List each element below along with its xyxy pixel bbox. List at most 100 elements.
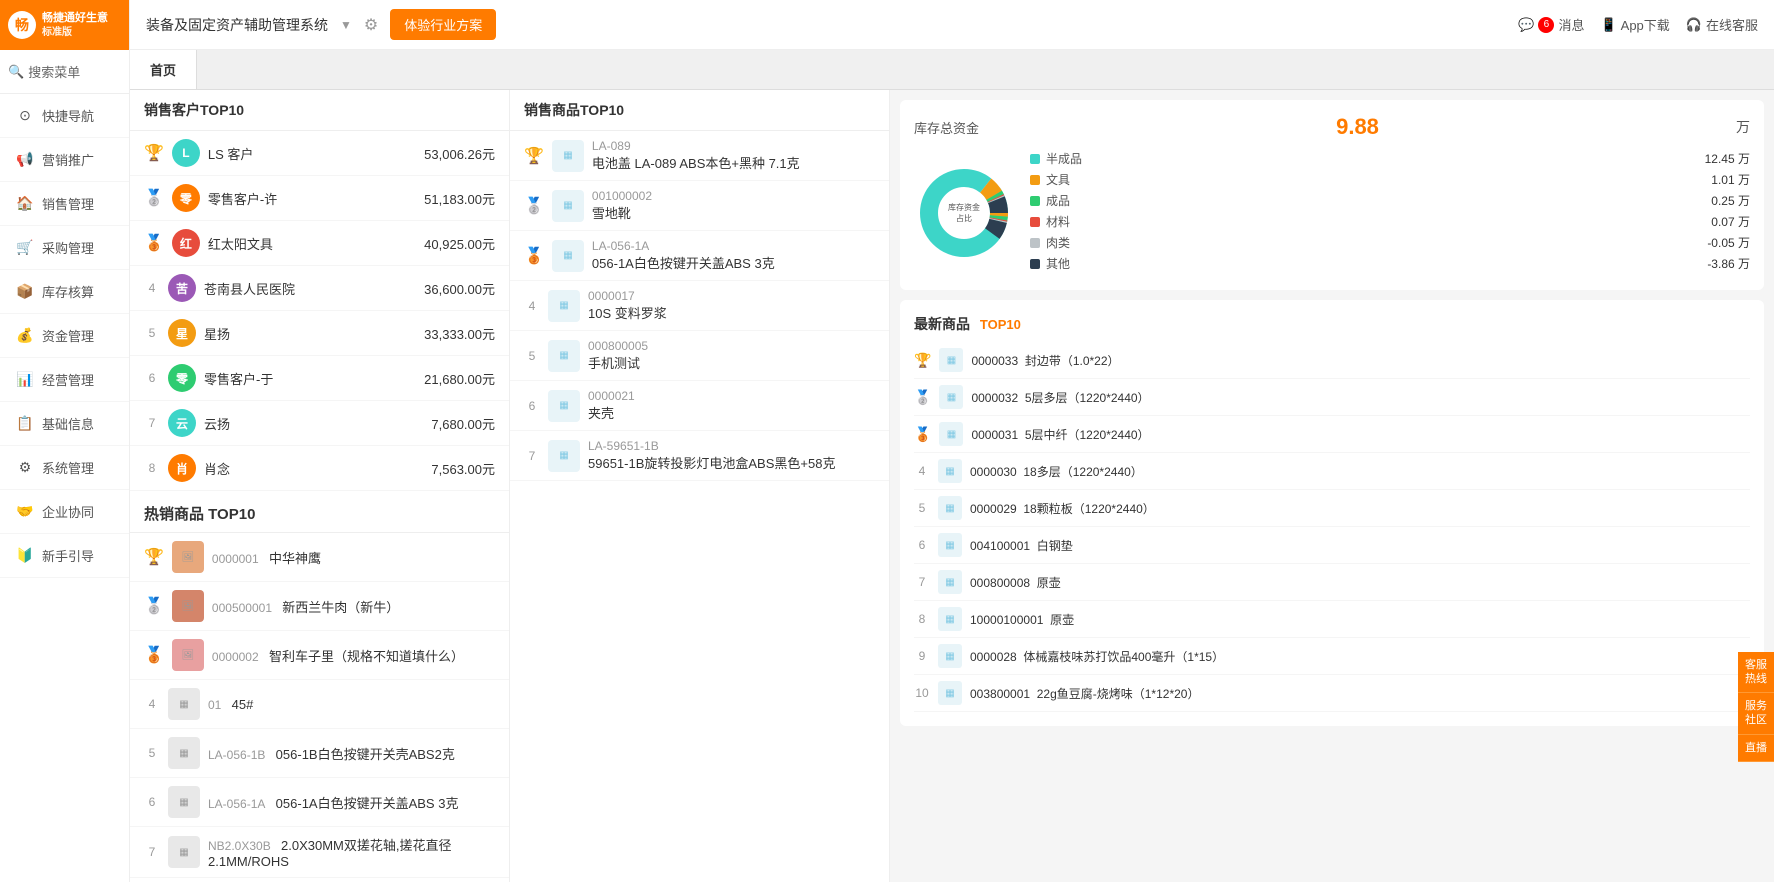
hot-product-name: 新西兰牛肉（新牛） — [282, 600, 399, 615]
sidebar-item-enterprise[interactable]: 🤝 企业协同 — [0, 490, 129, 534]
online-service-button[interactable]: 🎧 在线客服 — [1686, 15, 1758, 34]
customer-value: 33,333.00元 — [424, 324, 495, 343]
sidebar-logo: 畅 畅捷通好生意 标准版 — [0, 0, 129, 50]
nav-label-guide: 新手引导 — [42, 546, 94, 565]
hot-product-info: 0000002 智利车子里（规格不知道填什么） — [212, 646, 495, 665]
new-product-thumb: ▦ — [938, 644, 962, 668]
customer-list-item: 🏆 L LS 客户 53,006.26元 — [130, 131, 509, 176]
rank-icon: 🥉 — [144, 645, 164, 665]
hot-product-item: 6 ▦ LA-056-1A 056-1A白色按键开关盖ABS 3克 — [130, 778, 509, 827]
hot-product-thumb: ▦ — [168, 786, 200, 818]
system-title: 装备及固定资产辅助管理系统 — [146, 15, 328, 35]
legend-item: 材料 0.07 万 — [1030, 213, 1750, 230]
new-product-text: 0000032 5层多层（1220*2440） — [971, 389, 1750, 406]
thumb-icon: ▦ — [563, 200, 572, 211]
app-download-button[interactable]: 📱 App下载 — [1600, 15, 1669, 34]
nav-label-enterprise: 企业协同 — [42, 502, 94, 521]
product-code: LA-089 — [592, 139, 875, 153]
nav-icon-finance: 💰 — [16, 327, 34, 344]
rank-num: 6 — [524, 399, 540, 413]
search-menu-button[interactable]: 🔍 搜索菜单 — [8, 58, 121, 85]
hot-product-info: 0000001 中华神鹰 — [212, 548, 495, 567]
nav-label-finance: 资金管理 — [42, 326, 94, 345]
rank-icon: 🥈 — [144, 596, 164, 616]
new-product-item: 9 ▦ 0000028 体械嘉枝味苏打饮品400毫升（1*15） — [914, 638, 1750, 675]
search-icon: 🔍 — [8, 64, 24, 80]
inventory-panel: 库存总资金 9.88 万 — [900, 100, 1764, 290]
nav-label-basic-info: 基础信息 — [42, 414, 94, 433]
hot-product-item: 🥈 🖼 000500001 新西兰牛肉（新牛） — [130, 582, 509, 631]
headset-icon: 🎧 — [1686, 17, 1702, 33]
hot-product-item: 4 ▦ 01 45# — [130, 680, 509, 729]
hot-product-item: 5 ▦ LA-056-1B 056-1B白色按键开关壳ABS2克 — [130, 729, 509, 778]
sidebar-item-operations[interactable]: 📊经营管理 — [0, 358, 129, 402]
new-product-item: 5 ▦ 0000029 18颗粒板（1220*2440） — [914, 490, 1750, 527]
settings-icon[interactable]: ⚙ — [364, 15, 378, 35]
nav-icon-enterprise: 🤝 — [16, 503, 34, 520]
sidebar-nav: ⊙快捷导航📢营销推广🏠销售管理🛒采购管理📦库存核算 💰 资金管理 📊经营管理📋基础信息… — [0, 94, 129, 882]
customer-avatar: 星 — [168, 319, 196, 347]
hot-product-info: LA-056-1B 056-1B白色按键开关壳ABS2克 — [208, 744, 495, 763]
trial-button[interactable]: 体验行业方案 — [390, 9, 496, 40]
hot-product-name: 056-1A白色按键开关盖ABS 3克 — [276, 796, 459, 811]
product-thumb: ▦ — [552, 190, 584, 222]
hot-product-code: NB2.0X30B — [208, 839, 277, 853]
rank-icon: 🥉 — [914, 426, 931, 443]
rank-icon: 🥈 — [524, 196, 544, 216]
float-button[interactable]: 客服热线 — [1738, 652, 1774, 694]
right-column: 库存总资金 9.88 万 — [890, 90, 1774, 882]
hot-products-list: 🏆 🖼 0000001 中华神鹰 🥈 🖼 000500001 新西兰牛肉（新牛）… — [130, 533, 509, 882]
hot-product-item: 🥉 🖼 0000002 智利车子里（规格不知道填什么） — [130, 631, 509, 680]
customer-avatar: L — [172, 139, 200, 167]
float-button[interactable]: 服务社区 — [1738, 693, 1774, 735]
legend-value: 12.45 万 — [1705, 150, 1750, 167]
new-product-text: 0000031 5层中纤（1220*2440） — [971, 426, 1750, 443]
sidebar: 畅 畅捷通好生意 标准版 🔍 搜索菜单 ⊙快捷导航📢营销推广🏠销售管理🛒采购管理… — [0, 0, 130, 882]
legend-value: -0.05 万 — [1707, 234, 1750, 251]
legend-item: 其他 -3.86 万 — [1030, 255, 1750, 272]
product-code: LA-056-1A — [592, 239, 875, 253]
rank-num: 7 — [524, 449, 540, 463]
sidebar-search[interactable]: 🔍 搜索菜单 — [0, 50, 129, 94]
new-product-text: 0000033 封边带（1.0*22） — [971, 352, 1750, 369]
sidebar-item-finance[interactable]: 💰 资金管理 — [0, 314, 129, 358]
sidebar-item-quick-nav[interactable]: ⊙快捷导航 — [0, 94, 129, 138]
thumb-icon: ▦ — [559, 450, 568, 461]
rank-num: 5 — [144, 326, 160, 340]
new-product-item: 7 ▦ 000800008 原壶 — [914, 564, 1750, 601]
sidebar-item-sales[interactable]: 🏠销售管理 — [0, 182, 129, 226]
thumb-icon: ▦ — [563, 150, 572, 161]
product-info: 0000021 夹壳 — [588, 389, 875, 422]
legend-dot — [1030, 154, 1040, 164]
thumb-icon: ▦ — [179, 847, 188, 858]
product-thumb: ▦ — [552, 240, 584, 272]
sidebar-item-purchase[interactable]: 🛒采购管理 — [0, 226, 129, 270]
tab-home[interactable]: 首页 — [130, 50, 197, 89]
legend-value: 0.07 万 — [1711, 213, 1750, 230]
sidebar-item-guide[interactable]: 🔰新手引导 — [0, 534, 129, 578]
sidebar-item-marketing[interactable]: 📢营销推广 — [0, 138, 129, 182]
rank-num: 7 — [144, 416, 160, 430]
float-button[interactable]: 直播 — [1738, 735, 1774, 762]
message-icon: 💬 — [1518, 17, 1534, 33]
dropdown-icon[interactable]: ▼ — [340, 18, 352, 32]
sidebar-item-inventory[interactable]: 📦库存核算 — [0, 270, 129, 314]
nav-label-inventory: 库存核算 — [42, 282, 94, 301]
customer-list-item: 4 苦 苍南县人民医院 36,600.00元 — [130, 266, 509, 311]
product-info: 0000017 10S 变料罗浆 — [588, 289, 875, 322]
logo-icon: 畅 — [8, 11, 36, 39]
customer-avatar: 红 — [172, 229, 200, 257]
inventory-total-unit: 万 — [1736, 117, 1750, 137]
customer-avatar: 云 — [168, 409, 196, 437]
rank-icon: 🥉 — [144, 233, 164, 253]
new-products-title: 最新商品 TOP10 — [914, 314, 1750, 334]
sidebar-item-system[interactable]: ⚙系统管理 — [0, 446, 129, 490]
rank-num: 5 — [524, 349, 540, 363]
hot-product-code: 000500001 — [212, 601, 279, 615]
new-product-thumb: ▦ — [939, 422, 963, 446]
nav-icon-purchase: 🛒 — [16, 239, 34, 256]
thumb-img: 🖼 — [182, 650, 195, 661]
sidebar-item-basic-info[interactable]: 📋基础信息 — [0, 402, 129, 446]
message-button[interactable]: 💬 6 消息 — [1518, 15, 1584, 34]
product-list-item: 6 ▦ 0000021 夹壳 — [510, 381, 889, 431]
